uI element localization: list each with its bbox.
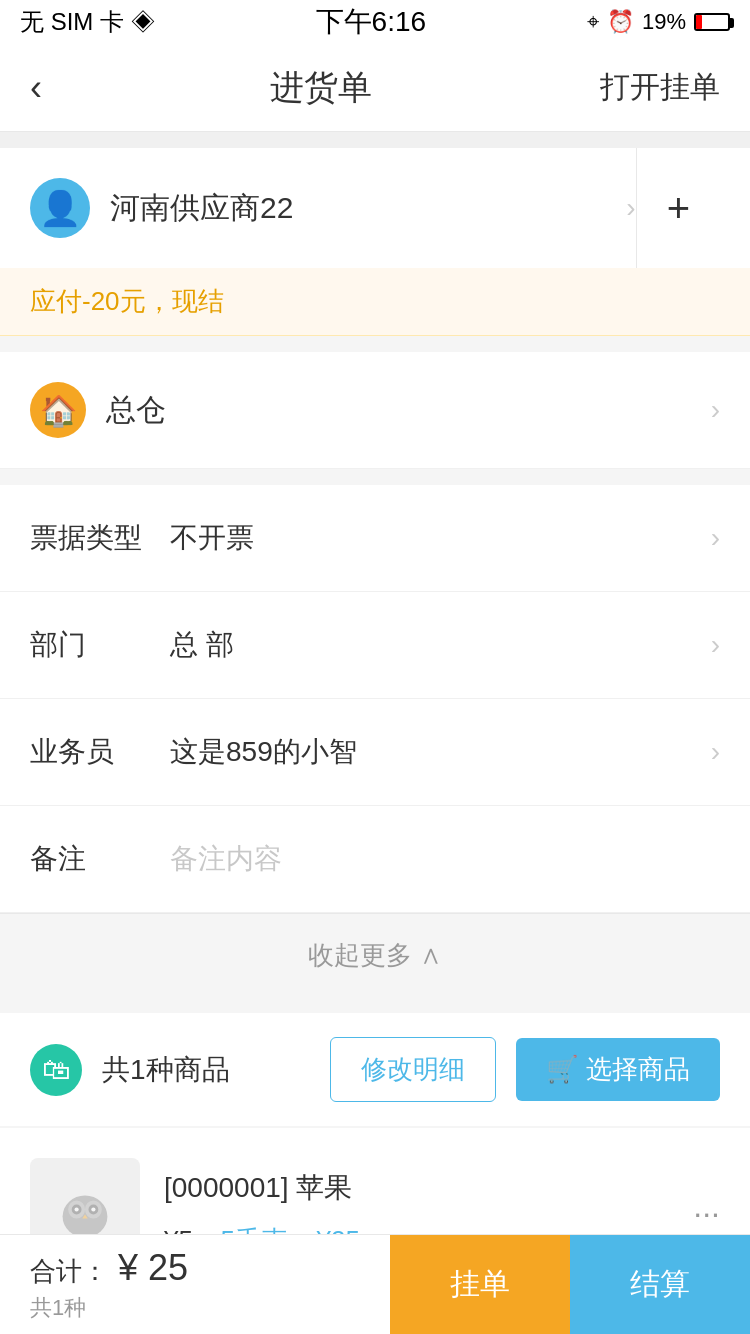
alarm-icon: ⏰ <box>607 9 634 35</box>
ticket-type-label: 票据类型 <box>30 519 150 557</box>
user-icon: 👤 <box>39 188 81 228</box>
status-bar: 无 SIM 卡 ◈ 下午6:16 ⌖ ⏰ 19% <box>0 0 750 44</box>
open-hang-button[interactable]: 打开挂单 <box>600 67 720 108</box>
select-product-button[interactable]: 🛒 选择商品 <box>516 1038 720 1101</box>
chevron-right-icon: › <box>711 394 720 426</box>
more-options-button[interactable]: ··· <box>693 1195 720 1232</box>
total-amount: ¥ 25 <box>118 1247 188 1289</box>
edit-detail-button[interactable]: 修改明细 <box>330 1037 496 1102</box>
product-count-icon: 🛍 <box>30 1044 82 1096</box>
bottom-bar: 合计： ¥ 25 共1种 挂单 结算 <box>0 1234 750 1334</box>
ticket-type-row[interactable]: 票据类型 不开票 › <box>0 485 750 592</box>
products-header: 🛍 共1种商品 修改明细 🛒 选择商品 <box>0 1013 750 1126</box>
collapse-bar[interactable]: 收起更多 ∧ <box>0 913 750 997</box>
salesperson-row[interactable]: 业务员 这是859的小智 › <box>0 699 750 806</box>
add-supplier-button[interactable]: + <box>637 156 720 261</box>
supplier-name: 河南供应商22 <box>110 188 616 229</box>
battery-icon <box>694 13 730 31</box>
home-icon: 🏠 <box>40 393 77 428</box>
product-title: 苹果 <box>296 1172 352 1203</box>
hang-button[interactable]: 挂单 <box>390 1235 570 1334</box>
status-time: 下午6:16 <box>316 3 427 41</box>
svg-point-5 <box>75 1207 79 1211</box>
remark-label: 备注 <box>30 840 150 878</box>
form-section: 票据类型 不开票 › 部门 总 部 › 业务员 这是859的小智 › 备注 备注… <box>0 485 750 913</box>
remark-row[interactable]: 备注 备注内容 <box>0 806 750 913</box>
chevron-right-icon: › <box>711 736 720 768</box>
product-name: [0000001] 苹果 <box>164 1169 669 1207</box>
product-code: [0000001] <box>164 1172 289 1203</box>
collapse-label: 收起更多 ∧ <box>308 938 441 973</box>
status-right: ⌖ ⏰ 19% <box>587 9 730 35</box>
department-row[interactable]: 部门 总 部 › <box>0 592 750 699</box>
notice-bar: 应付-20元，现结 <box>0 268 750 336</box>
avatar: 👤 <box>30 178 90 238</box>
product-count-label: 共1种商品 <box>102 1051 310 1089</box>
salesperson-label: 业务员 <box>30 733 150 771</box>
signal-text: 无 SIM 卡 ◈ <box>20 6 155 38</box>
svg-point-6 <box>91 1207 95 1211</box>
total-count: 共1种 <box>30 1293 360 1323</box>
warehouse-section: 🏠 总仓 › <box>0 352 750 469</box>
remark-value[interactable]: 备注内容 <box>150 840 720 878</box>
total-label: 合计： <box>30 1254 108 1289</box>
status-left: 无 SIM 卡 ◈ <box>20 6 155 38</box>
chevron-right-icon: › <box>626 192 635 224</box>
warehouse-row[interactable]: 🏠 总仓 › <box>0 352 750 469</box>
warehouse-icon: 🏠 <box>30 382 86 438</box>
department-value: 总 部 <box>150 626 701 664</box>
salesperson-value: 这是859的小智 <box>150 733 701 771</box>
checkout-button[interactable]: 结算 <box>570 1235 750 1334</box>
chevron-right-icon: › <box>711 522 720 554</box>
page-title: 进货单 <box>270 65 372 111</box>
back-button[interactable]: ‹ <box>30 67 42 109</box>
chevron-right-icon: › <box>711 629 720 661</box>
cart-icon: 🛍 <box>42 1053 70 1086</box>
divider-top <box>0 132 750 148</box>
ticket-type-value: 不开票 <box>150 519 701 557</box>
total-row: 合计： ¥ 25 <box>30 1247 360 1289</box>
cart-add-icon: 🛒 <box>546 1054 578 1085</box>
supplier-section: 👤 河南供应商22 › + <box>0 148 750 268</box>
warehouse-name: 总仓 <box>106 390 701 431</box>
department-label: 部门 <box>30 626 150 664</box>
total-section: 合计： ¥ 25 共1种 <box>0 1235 390 1334</box>
battery-percent: 19% <box>642 9 686 35</box>
battery-fill <box>696 15 702 29</box>
nav-bar: ‹ 进货单 打开挂单 <box>0 44 750 132</box>
location-icon: ⌖ <box>587 9 599 35</box>
supplier-main[interactable]: 👤 河南供应商22 › <box>30 148 637 268</box>
